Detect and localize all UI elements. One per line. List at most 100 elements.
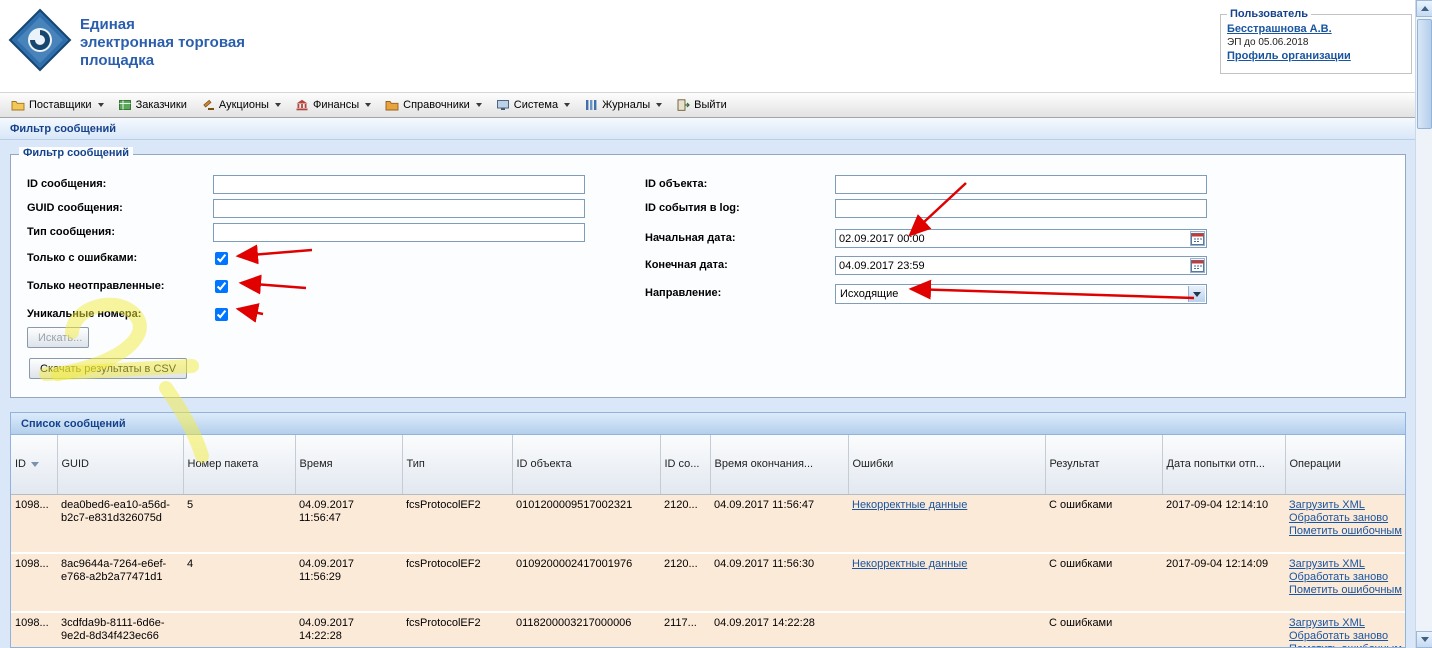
system-icon — [496, 98, 510, 112]
table-row: 1098... dea0bed6-ea10-a56d-b2c7-e831d326… — [11, 494, 1405, 554]
menu-item-system[interactable]: Система — [491, 95, 579, 115]
end-date-field — [835, 256, 1207, 276]
page-header: Единая электронная торговая площадка Пол… — [0, 0, 1415, 92]
column-header-operations[interactable]: Операции — [1285, 435, 1405, 495]
calendar-icon[interactable] — [1190, 258, 1205, 273]
column-header-end-time[interactable]: Время окончания... — [710, 435, 849, 495]
column-header-attempt-date[interactable]: Дата попытки отп... — [1162, 435, 1286, 495]
column-header-id-so[interactable]: ID со... — [660, 435, 711, 495]
start-date-input[interactable] — [835, 229, 1207, 248]
column-header-result[interactable]: Результат — [1045, 435, 1163, 495]
only-unsent-checkbox[interactable] — [215, 280, 228, 293]
journals-icon — [584, 98, 598, 112]
calendar-icon[interactable] — [1190, 231, 1205, 246]
user-name-link[interactable]: Бесстрашнова А.В. — [1227, 22, 1405, 36]
cell-type: fcsProtocolEF2 — [402, 553, 512, 613]
operation-link[interactable]: Обработать заново — [1289, 571, 1403, 584]
only-unsent-label: Только неотправленные: — [27, 280, 165, 292]
operation-link[interactable]: Пометить ошибочным — [1289, 584, 1403, 597]
message-id-input[interactable] — [213, 175, 585, 194]
cell-result: С ошибками — [1045, 553, 1162, 613]
menu-item-suppliers[interactable]: Поставщики — [6, 95, 113, 115]
cell-errors — [848, 612, 1045, 647]
column-header-type[interactable]: Тип — [402, 435, 513, 495]
menu-item-journals[interactable]: Журналы — [579, 95, 671, 115]
brand-line-2: электронная торговая — [80, 34, 245, 51]
column-header-guid[interactable]: GUID — [57, 435, 184, 495]
end-date-label: Конечная дата: — [645, 259, 728, 271]
scroll-down-button[interactable] — [1416, 631, 1432, 648]
cell-time: 04.09.2017 11:56:29 — [295, 553, 402, 613]
chevron-down-icon — [656, 103, 663, 107]
unique-numbers-checkbox[interactable] — [215, 308, 228, 321]
cell-errors: Некорректные данные — [848, 494, 1045, 554]
vertical-scrollbar[interactable] — [1415, 0, 1432, 648]
cell-result: С ошибками — [1045, 494, 1162, 554]
object-id-label: ID объекта: — [645, 178, 708, 190]
operation-link[interactable]: Обработать заново — [1289, 512, 1403, 525]
menu-item-auctions[interactable]: Аукционы — [196, 95, 290, 115]
cell-guid: 3cdfda9b-8111-6d6e-9e2d-8d34f423ec66 — [57, 612, 183, 647]
brand-line-1: Единая — [80, 16, 135, 33]
customers-icon — [118, 98, 132, 112]
direction-select[interactable]: Исходящие — [835, 284, 1207, 304]
menu-item-logout[interactable]: Выйти — [671, 95, 736, 115]
etp-logo-icon[interactable] — [8, 8, 72, 72]
dropdown-arrow-icon[interactable] — [1188, 286, 1205, 302]
cell-guid: 8ac9644a-7264-e6ef-e768-a2b2a77471d1 — [57, 553, 183, 613]
only-errors-checkbox[interactable] — [215, 252, 228, 265]
menu-item-directories[interactable]: Справочники — [380, 95, 491, 115]
cell-attempt-date — [1162, 612, 1285, 647]
log-event-id-label: ID события в log: — [645, 202, 740, 214]
column-header-packet[interactable]: Номер пакета — [183, 435, 296, 495]
error-details-link[interactable]: Некорректные данные — [852, 499, 967, 511]
cell-attempt-date: 2017-09-04 12:14:09 — [1162, 553, 1285, 613]
log-event-id-input[interactable] — [835, 199, 1207, 218]
error-details-link[interactable]: Некорректные данные — [852, 558, 967, 570]
menu-item-label: Заказчики — [135, 99, 187, 111]
cell-end-time: 04.09.2017 14:22:28 — [710, 612, 848, 647]
cell-packet: 4 — [183, 553, 295, 613]
menu-item-label: Выйти — [694, 99, 727, 111]
scroll-up-button[interactable] — [1416, 0, 1432, 17]
menu-item-label: Поставщики — [29, 99, 92, 111]
search-button[interactable]: Искать... — [27, 327, 89, 348]
menu-item-customers[interactable]: Заказчики — [113, 95, 196, 115]
cell-result: С ошибками — [1045, 612, 1162, 647]
column-header-errors[interactable]: Ошибки — [848, 435, 1046, 495]
operation-link[interactable]: Загрузить XML — [1289, 558, 1403, 571]
operation-link[interactable]: Загрузить XML — [1289, 617, 1403, 630]
menu-item-finance[interactable]: Финансы — [290, 95, 380, 115]
scrollbar-thumb[interactable] — [1417, 19, 1432, 129]
menu-item-label: Справочники — [403, 99, 470, 111]
message-guid-input[interactable] — [213, 199, 585, 218]
chevron-down-icon — [97, 103, 104, 107]
finance-icon — [295, 98, 309, 112]
cell-packet — [183, 612, 295, 647]
column-header-id[interactable]: ID — [11, 435, 58, 495]
cell-id: 1098... — [11, 612, 57, 647]
download-csv-button[interactable]: Скачать результаты в CSV — [29, 358, 188, 379]
messages-panel-title: Список сообщений — [11, 413, 1405, 435]
column-label: ID — [15, 458, 26, 471]
column-header-object-id[interactable]: ID объекта — [512, 435, 661, 495]
message-type-input[interactable] — [213, 223, 585, 242]
end-date-input[interactable] — [835, 256, 1207, 275]
cell-end-time: 04.09.2017 11:56:30 — [710, 553, 848, 613]
start-date-field — [835, 229, 1207, 249]
cell-id: 1098... — [11, 553, 57, 613]
operation-link[interactable]: Обработать заново — [1289, 630, 1403, 643]
operation-link[interactable]: Пометить ошибочным — [1289, 525, 1403, 538]
cell-end-time: 04.09.2017 11:56:47 — [710, 494, 848, 554]
chevron-down-icon — [564, 103, 571, 107]
column-header-time[interactable]: Время — [295, 435, 403, 495]
operation-link[interactable]: Загрузить XML — [1289, 499, 1403, 512]
operation-link[interactable]: Пометить ошибочным — [1289, 643, 1403, 647]
only-errors-label: Только с ошибками: — [27, 252, 138, 264]
certificate-info: ЭП до 05.06.2018 — [1227, 37, 1309, 48]
object-id-input[interactable] — [835, 175, 1207, 194]
org-profile-link[interactable]: Профиль организации — [1227, 49, 1405, 63]
filter-panel-legend: Фильтр сообщений — [19, 147, 134, 159]
exit-icon — [676, 98, 691, 112]
direction-selected-value: Исходящие — [840, 288, 899, 300]
